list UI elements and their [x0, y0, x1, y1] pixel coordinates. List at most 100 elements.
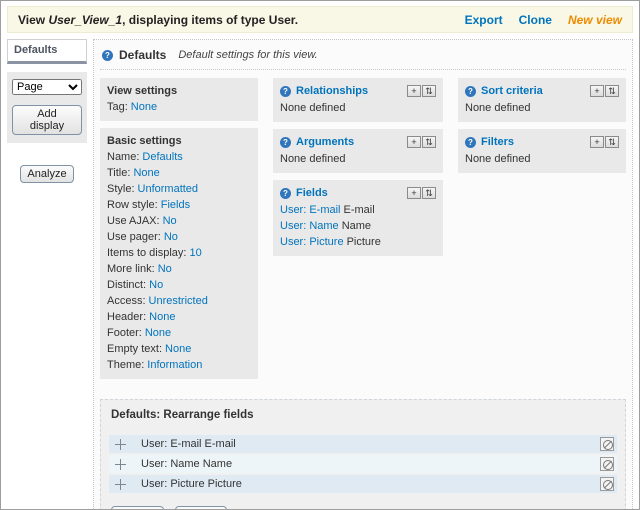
add-display-button[interactable]: Add display	[12, 105, 82, 135]
setting-label: Name:	[107, 151, 140, 163]
setting-row: Title: None	[107, 165, 251, 181]
add-sort-icon[interactable]: +	[590, 85, 604, 97]
filters-box: ? Filters + ⇅ None defined	[458, 129, 626, 173]
setting-row: Name: Defaults	[107, 149, 251, 165]
drag-handle-icon[interactable]	[115, 458, 126, 470]
setting-label: Footer:	[107, 327, 142, 339]
view-title: View User_View_1, displaying items of ty…	[18, 13, 298, 27]
field-link[interactable]: User: E-mail	[280, 204, 341, 216]
setting-row: Style: Unformatted	[107, 181, 251, 197]
remove-field-icon[interactable]	[600, 477, 614, 491]
rearrange-row-label: User: E-mail E-mail	[141, 438, 236, 450]
setting-label: Use pager:	[107, 231, 161, 243]
help-icon[interactable]: ?	[280, 136, 291, 148]
setting-value-link[interactable]: None	[149, 311, 175, 323]
rearrange-fields-form: Defaults: Rearrange fields User: E-mail …	[100, 399, 626, 509]
help-icon[interactable]: ?	[102, 49, 113, 61]
field-item: User: E-mail E-mail	[280, 202, 436, 218]
display-sidebar: Defaults Page Add display Analyze	[7, 39, 87, 183]
drag-handle-icon[interactable]	[115, 438, 126, 450]
setting-value-link[interactable]: None	[133, 167, 159, 179]
remove-field-icon[interactable]	[600, 457, 614, 471]
setting-row: Footer: None	[107, 325, 251, 341]
field-label: E-mail	[343, 204, 375, 216]
basic-settings-title: Basic settings	[107, 135, 182, 147]
setting-value-link[interactable]: No	[158, 263, 172, 275]
fields-header: ? Fields + ⇅	[280, 185, 436, 201]
setting-row: Use AJAX: No	[107, 213, 251, 229]
setting-label: Use AJAX:	[107, 215, 160, 227]
add-display-panel: Page Add display	[7, 72, 87, 143]
cancel-button[interactable]: Cancel	[174, 506, 227, 509]
setting-value-link[interactable]: None	[145, 327, 171, 339]
help-icon[interactable]: ?	[465, 136, 476, 148]
setting-row: Empty text: None	[107, 341, 251, 357]
rearrange-arguments-icon[interactable]: ⇅	[422, 136, 436, 148]
setting-value-link[interactable]: Unrestricted	[149, 295, 208, 307]
setting-row: More link: No	[107, 261, 251, 277]
help-icon[interactable]: ?	[465, 85, 476, 97]
setting-label: More link:	[107, 263, 155, 275]
add-filter-icon[interactable]: +	[590, 136, 604, 148]
add-relationship-icon[interactable]: +	[407, 85, 421, 97]
setting-row: Distinct: No	[107, 277, 251, 293]
setting-row: Use pager: No	[107, 229, 251, 245]
column-3: ? Sort criteria + ⇅ None defined ? Filte…	[458, 78, 626, 386]
panel-header: ? Defaults Default settings for this vie…	[100, 45, 626, 70]
setting-value-link[interactable]: Fields	[161, 199, 190, 211]
rearrange-sorts-icon[interactable]: ⇅	[605, 85, 619, 97]
field-item: User: Picture Picture	[280, 234, 436, 250]
setting-value-link[interactable]: Information	[147, 359, 202, 371]
clone-link[interactable]: Clone	[519, 13, 552, 27]
fields-link[interactable]: Fields	[296, 185, 328, 201]
tab-defaults[interactable]: Defaults	[7, 39, 87, 64]
export-link[interactable]: Export	[465, 13, 503, 27]
field-item: User: Name Name	[280, 218, 436, 234]
remove-field-icon[interactable]	[600, 437, 614, 451]
arguments-link[interactable]: Arguments	[296, 134, 354, 150]
view-action-links: Export Clone New view	[465, 13, 622, 27]
setting-value-link[interactable]: None	[165, 343, 191, 355]
rearrange-row: User: Name Name	[109, 455, 617, 473]
analyze-button[interactable]: Analyze	[20, 165, 74, 183]
rearrange-row: User: E-mail E-mail	[109, 435, 617, 453]
update-button[interactable]: Update	[111, 506, 165, 509]
setting-value-link[interactable]: No	[163, 215, 177, 227]
form-actions: Update Cancel	[109, 506, 617, 509]
rearrange-relationships-icon[interactable]: ⇅	[422, 85, 436, 97]
basic-settings-box: Basic settings Name: Defaults Title: None …	[100, 128, 258, 379]
rearrange-filters-icon[interactable]: ⇅	[605, 136, 619, 148]
setting-value-link[interactable]: None	[131, 101, 157, 113]
display-type-select[interactable]: Page	[12, 79, 82, 95]
new-view-link[interactable]: New view	[568, 13, 622, 27]
panel-title: Defaults	[119, 48, 167, 62]
setting-value-link[interactable]: 10	[189, 247, 201, 259]
filters-link[interactable]: Filters	[481, 134, 514, 150]
arguments-box: ? Arguments + ⇅ None defined	[273, 129, 443, 173]
relationships-link[interactable]: Relationships	[296, 83, 368, 99]
field-link[interactable]: User: Picture	[280, 236, 344, 248]
column-2: ? Relationships + ⇅ None defined ? Argum…	[273, 78, 443, 386]
arguments-header: ? Arguments + ⇅	[280, 134, 436, 150]
relationships-box: ? Relationships + ⇅ None defined	[273, 78, 443, 122]
setting-value-link[interactable]: No	[149, 279, 163, 291]
panel-subtitle: Default settings for this view.	[178, 49, 318, 61]
add-field-icon[interactable]: +	[407, 187, 421, 199]
rearrange-fields-icon[interactable]: ⇅	[422, 187, 436, 199]
sort-criteria-box: ? Sort criteria + ⇅ None defined	[458, 78, 626, 122]
drag-handle-icon[interactable]	[115, 478, 126, 490]
analyze-panel: Analyze	[7, 165, 87, 183]
view-name: User_View_1	[48, 13, 123, 27]
help-icon[interactable]: ?	[280, 85, 291, 97]
column-1: View settings Tag: None Basic settings Na…	[100, 78, 258, 386]
sort-criteria-link[interactable]: Sort criteria	[481, 83, 543, 99]
arguments-empty-text: None defined	[280, 153, 346, 165]
setting-value-link[interactable]: Unformatted	[138, 183, 199, 195]
add-argument-icon[interactable]: +	[407, 136, 421, 148]
help-icon[interactable]: ?	[280, 187, 291, 199]
field-link[interactable]: User: Name	[280, 220, 339, 232]
relationships-header: ? Relationships + ⇅	[280, 83, 436, 99]
setting-value-link[interactable]: Defaults	[142, 151, 182, 163]
setting-value-link[interactable]: No	[164, 231, 178, 243]
filters-header: ? Filters + ⇅	[465, 134, 619, 150]
